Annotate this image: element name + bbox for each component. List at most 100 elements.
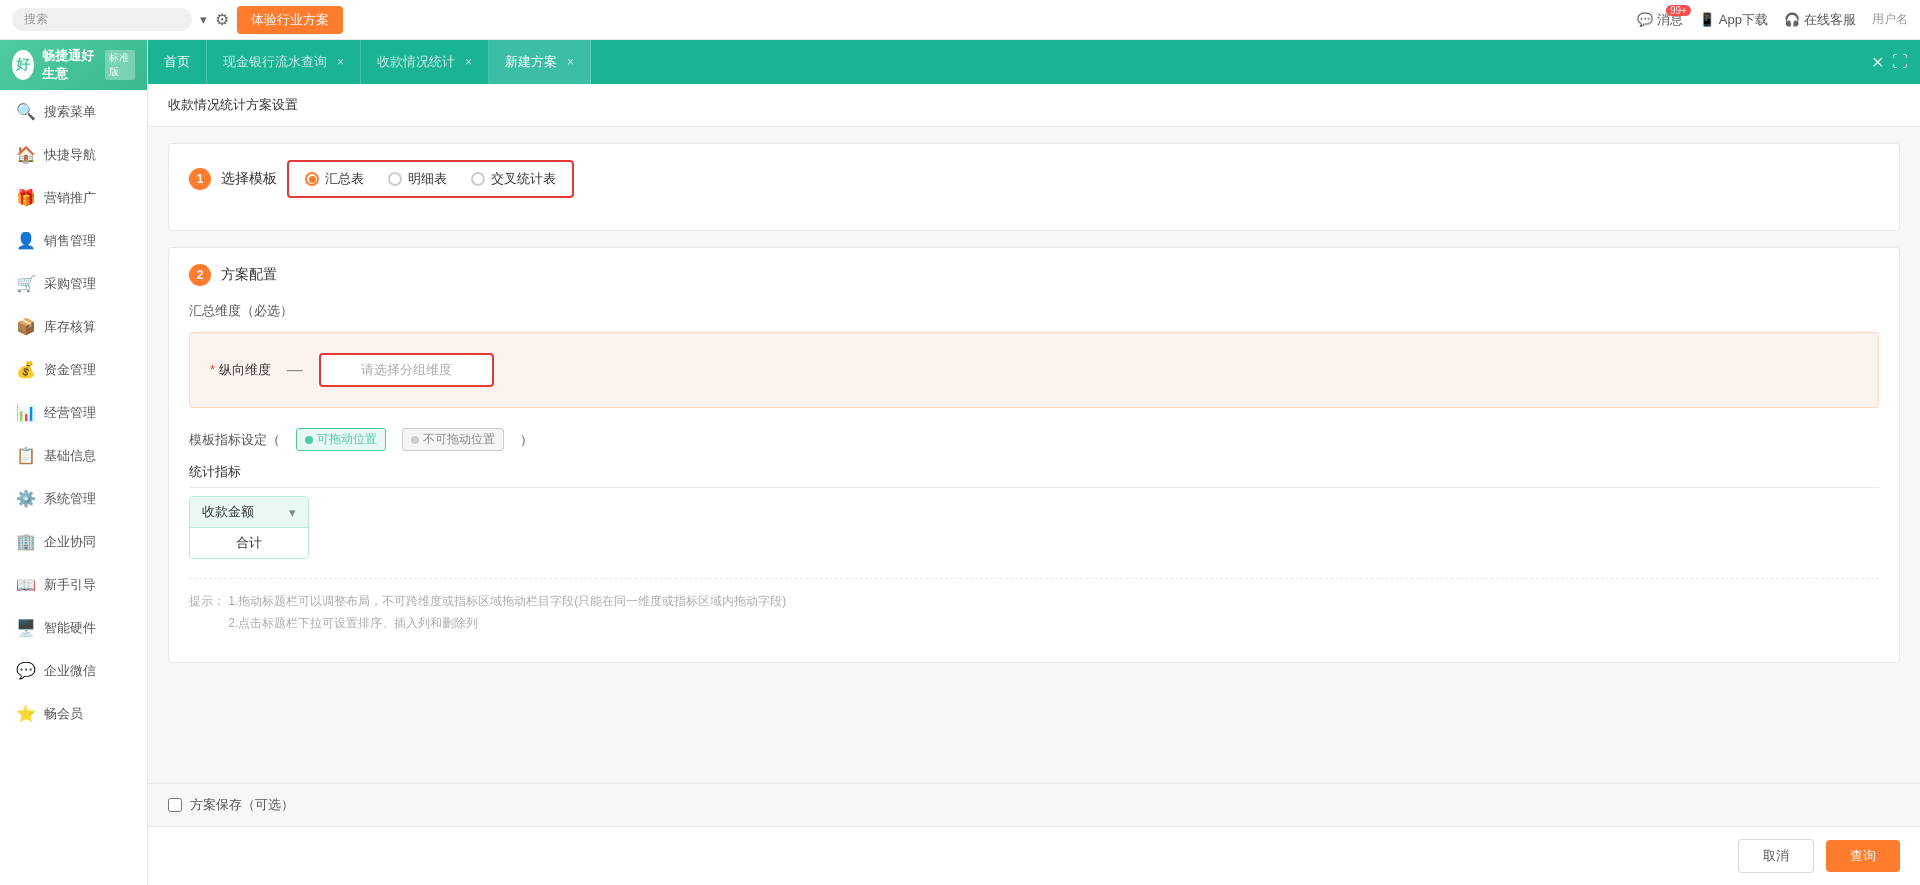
dimension-select[interactable]: 请选择分组维度	[319, 353, 494, 387]
arrow-icon: —	[287, 361, 303, 379]
sidebar-logo: 好 畅捷通好生意 标准版	[0, 40, 147, 90]
sidebar-item-label: 快捷导航	[44, 146, 96, 164]
radio-summary[interactable]: 汇总表	[305, 170, 364, 188]
sidebar-item-operations[interactable]: 📊 经营管理	[0, 391, 147, 434]
sidebar-item-sales[interactable]: 👤 销售管理	[0, 219, 147, 262]
radio-summary-circle	[305, 172, 319, 186]
sidebar-item-label: 畅会员	[44, 705, 83, 723]
metrics-section: 模板指标设定（ 可拖动位置 不可拖动位置 ）	[189, 428, 1879, 562]
tab-bar-actions: ✕ ⛶	[1859, 40, 1920, 84]
tips-section: 提示： 1.拖动标题栏可以调整布局，不可跨维度或指标区域拖动栏目字段(只能在同一…	[189, 578, 1879, 646]
sidebar-item-label: 营销推广	[44, 189, 96, 207]
sidebar-item-enterprise[interactable]: 🏢 企业协同	[0, 520, 147, 563]
main-layout: 好 畅捷通好生意 标准版 🔍 搜索菜单 🏠 快捷导航 🎁 营销推广 👤 销售管理	[0, 40, 1920, 885]
metrics-header: 模板指标设定（ 可拖动位置 不可拖动位置 ）	[189, 428, 1879, 451]
close-bank-flow-icon[interactable]: ×	[337, 55, 344, 69]
cancel-button[interactable]: 取消	[1738, 839, 1814, 873]
metrics-dropdown-icon[interactable]: ▾	[289, 505, 296, 520]
tab-receipt-stat[interactable]: 收款情况统计 ×	[361, 40, 489, 84]
close-receipt-stat-icon[interactable]: ×	[465, 55, 472, 69]
sidebar-item-search-menu[interactable]: 🔍 搜索菜单	[0, 90, 147, 133]
tab-new-plan[interactable]: 新建方案 ×	[489, 40, 591, 84]
radio-detail[interactable]: 明细表	[388, 170, 447, 188]
sidebar-item-label: 企业协同	[44, 533, 96, 551]
tab-bar: 首页 现金银行流水查询 × 收款情况统计 × 新建方案 × ✕ ⛶	[148, 40, 1920, 84]
step2-header: 2 方案配置	[189, 264, 1879, 286]
radio-cross-stat-circle	[471, 172, 485, 186]
metrics-col-header: 收款金额	[202, 503, 254, 521]
section-content: 1 选择模板 汇总表 明细表	[148, 127, 1920, 783]
radio-summary-label: 汇总表	[325, 170, 364, 188]
online-service-button[interactable]: 🎧 在线客服	[1784, 11, 1856, 29]
content-area: 首页 现金银行流水查询 × 收款情况统计 × 新建方案 × ✕ ⛶	[148, 40, 1920, 885]
operations-icon: 📊	[16, 403, 36, 422]
sidebar-item-system[interactable]: ⚙️ 系统管理	[0, 477, 147, 520]
logo-text: 畅捷通好生意	[42, 47, 98, 83]
search-box[interactable]: 搜索	[12, 8, 192, 31]
step2-block: 2 方案配置 汇总维度（必选） * 纵向维度 —	[168, 247, 1900, 663]
close-all-tabs-icon[interactable]: ✕	[1871, 53, 1884, 72]
page-title: 收款情况统计方案设置	[168, 97, 298, 112]
tab-bank-flow[interactable]: 现金银行流水查询 ×	[207, 40, 361, 84]
metrics-table: 收款金额 ▾ 合计	[189, 496, 309, 559]
radio-detail-label: 明细表	[408, 170, 447, 188]
system-icon: ⚙️	[16, 489, 36, 508]
radio-cross-stat-label: 交叉统计表	[491, 170, 556, 188]
dimension-area: * 纵向维度 — 请选择分组维度	[189, 332, 1879, 408]
inventory-icon: 📦	[16, 317, 36, 336]
tab-home[interactable]: 首页	[148, 40, 207, 84]
sidebar-item-inventory[interactable]: 📦 库存核算	[0, 305, 147, 348]
step2-number: 2	[189, 264, 211, 286]
dropdown-arrow-icon[interactable]: ▾	[200, 12, 207, 27]
save-checkbox[interactable]	[168, 798, 182, 812]
sidebar-item-label: 智能硬件	[44, 619, 96, 637]
sidebar-item-basic-info[interactable]: 📋 基础信息	[0, 434, 147, 477]
industry-button[interactable]: 体验行业方案	[237, 6, 343, 34]
finance-icon: 💰	[16, 360, 36, 379]
metrics-table-row: 合计	[190, 528, 308, 558]
radio-cross-stat[interactable]: 交叉统计表	[471, 170, 556, 188]
marketing-icon: 🎁	[16, 188, 36, 207]
app-download-button[interactable]: 📱 App下载	[1699, 11, 1768, 29]
metrics-table-header: 收款金额 ▾	[190, 497, 308, 528]
step1-title: 选择模板	[221, 170, 277, 188]
step2-title: 方案配置	[221, 266, 277, 284]
basic-info-icon: 📋	[16, 446, 36, 465]
draggable-badge: 可拖动位置	[296, 428, 386, 451]
query-button[interactable]: 查询	[1826, 840, 1900, 872]
sidebar-item-finance[interactable]: 💰 资金管理	[0, 348, 147, 391]
drag-dot-icon	[305, 436, 313, 444]
sidebar-item-purchase[interactable]: 🛒 采购管理	[0, 262, 147, 305]
sidebar-item-member[interactable]: ⭐ 畅会员	[0, 692, 147, 735]
tab-bank-flow-label: 现金银行流水查询	[223, 53, 327, 71]
sidebar-item-guide[interactable]: 📖 新手引导	[0, 563, 147, 606]
logo-badge: 标准版	[105, 50, 135, 80]
notification-button[interactable]: 💬 消息 99+	[1637, 11, 1683, 29]
sidebar-item-wechat[interactable]: 💬 企业微信	[0, 649, 147, 692]
maximize-icon[interactable]: ⛶	[1892, 53, 1908, 71]
service-icon: 🎧	[1784, 12, 1800, 27]
username-label: 用户名	[1872, 11, 1908, 28]
gear-icon[interactable]: ⚙	[215, 10, 229, 29]
sidebar-item-label: 新手引导	[44, 576, 96, 594]
tip-row-1: 提示： 1.拖动标题栏可以调整布局，不可跨维度或指标区域拖动栏目字段(只能在同一…	[189, 591, 1879, 613]
guide-icon: 📖	[16, 575, 36, 594]
close-new-plan-icon[interactable]: ×	[567, 55, 574, 69]
sidebar-item-label: 基础信息	[44, 447, 96, 465]
step1-header: 1 选择模板 汇总表 明细表	[189, 160, 1879, 198]
sales-icon: 👤	[16, 231, 36, 250]
dimension-row: * 纵向维度 — 请选择分组维度	[210, 353, 1858, 387]
sidebar-item-quick-nav[interactable]: 🏠 快捷导航	[0, 133, 147, 176]
page-header: 收款情况统计方案设置	[148, 84, 1920, 127]
sidebar-item-marketing[interactable]: 🎁 营销推广	[0, 176, 147, 219]
vertical-dim-label: * 纵向维度	[210, 361, 271, 379]
wechat-icon: 💬	[16, 661, 36, 680]
top-bar-left: 搜索 ▾ ⚙ 体验行业方案	[12, 6, 1637, 34]
purchase-icon: 🛒	[16, 274, 36, 293]
sidebar-item-label: 资金管理	[44, 361, 96, 379]
search-text: 搜索	[24, 12, 48, 26]
smart-hw-icon: 🖥️	[16, 618, 36, 637]
page-content: 收款情况统计方案设置 1 选择模板 汇总表	[148, 84, 1920, 885]
sidebar-menu: 🔍 搜索菜单 🏠 快捷导航 🎁 营销推广 👤 销售管理 🛒 采购管理 📦	[0, 90, 147, 885]
sidebar-item-smart-hw[interactable]: 🖥️ 智能硬件	[0, 606, 147, 649]
